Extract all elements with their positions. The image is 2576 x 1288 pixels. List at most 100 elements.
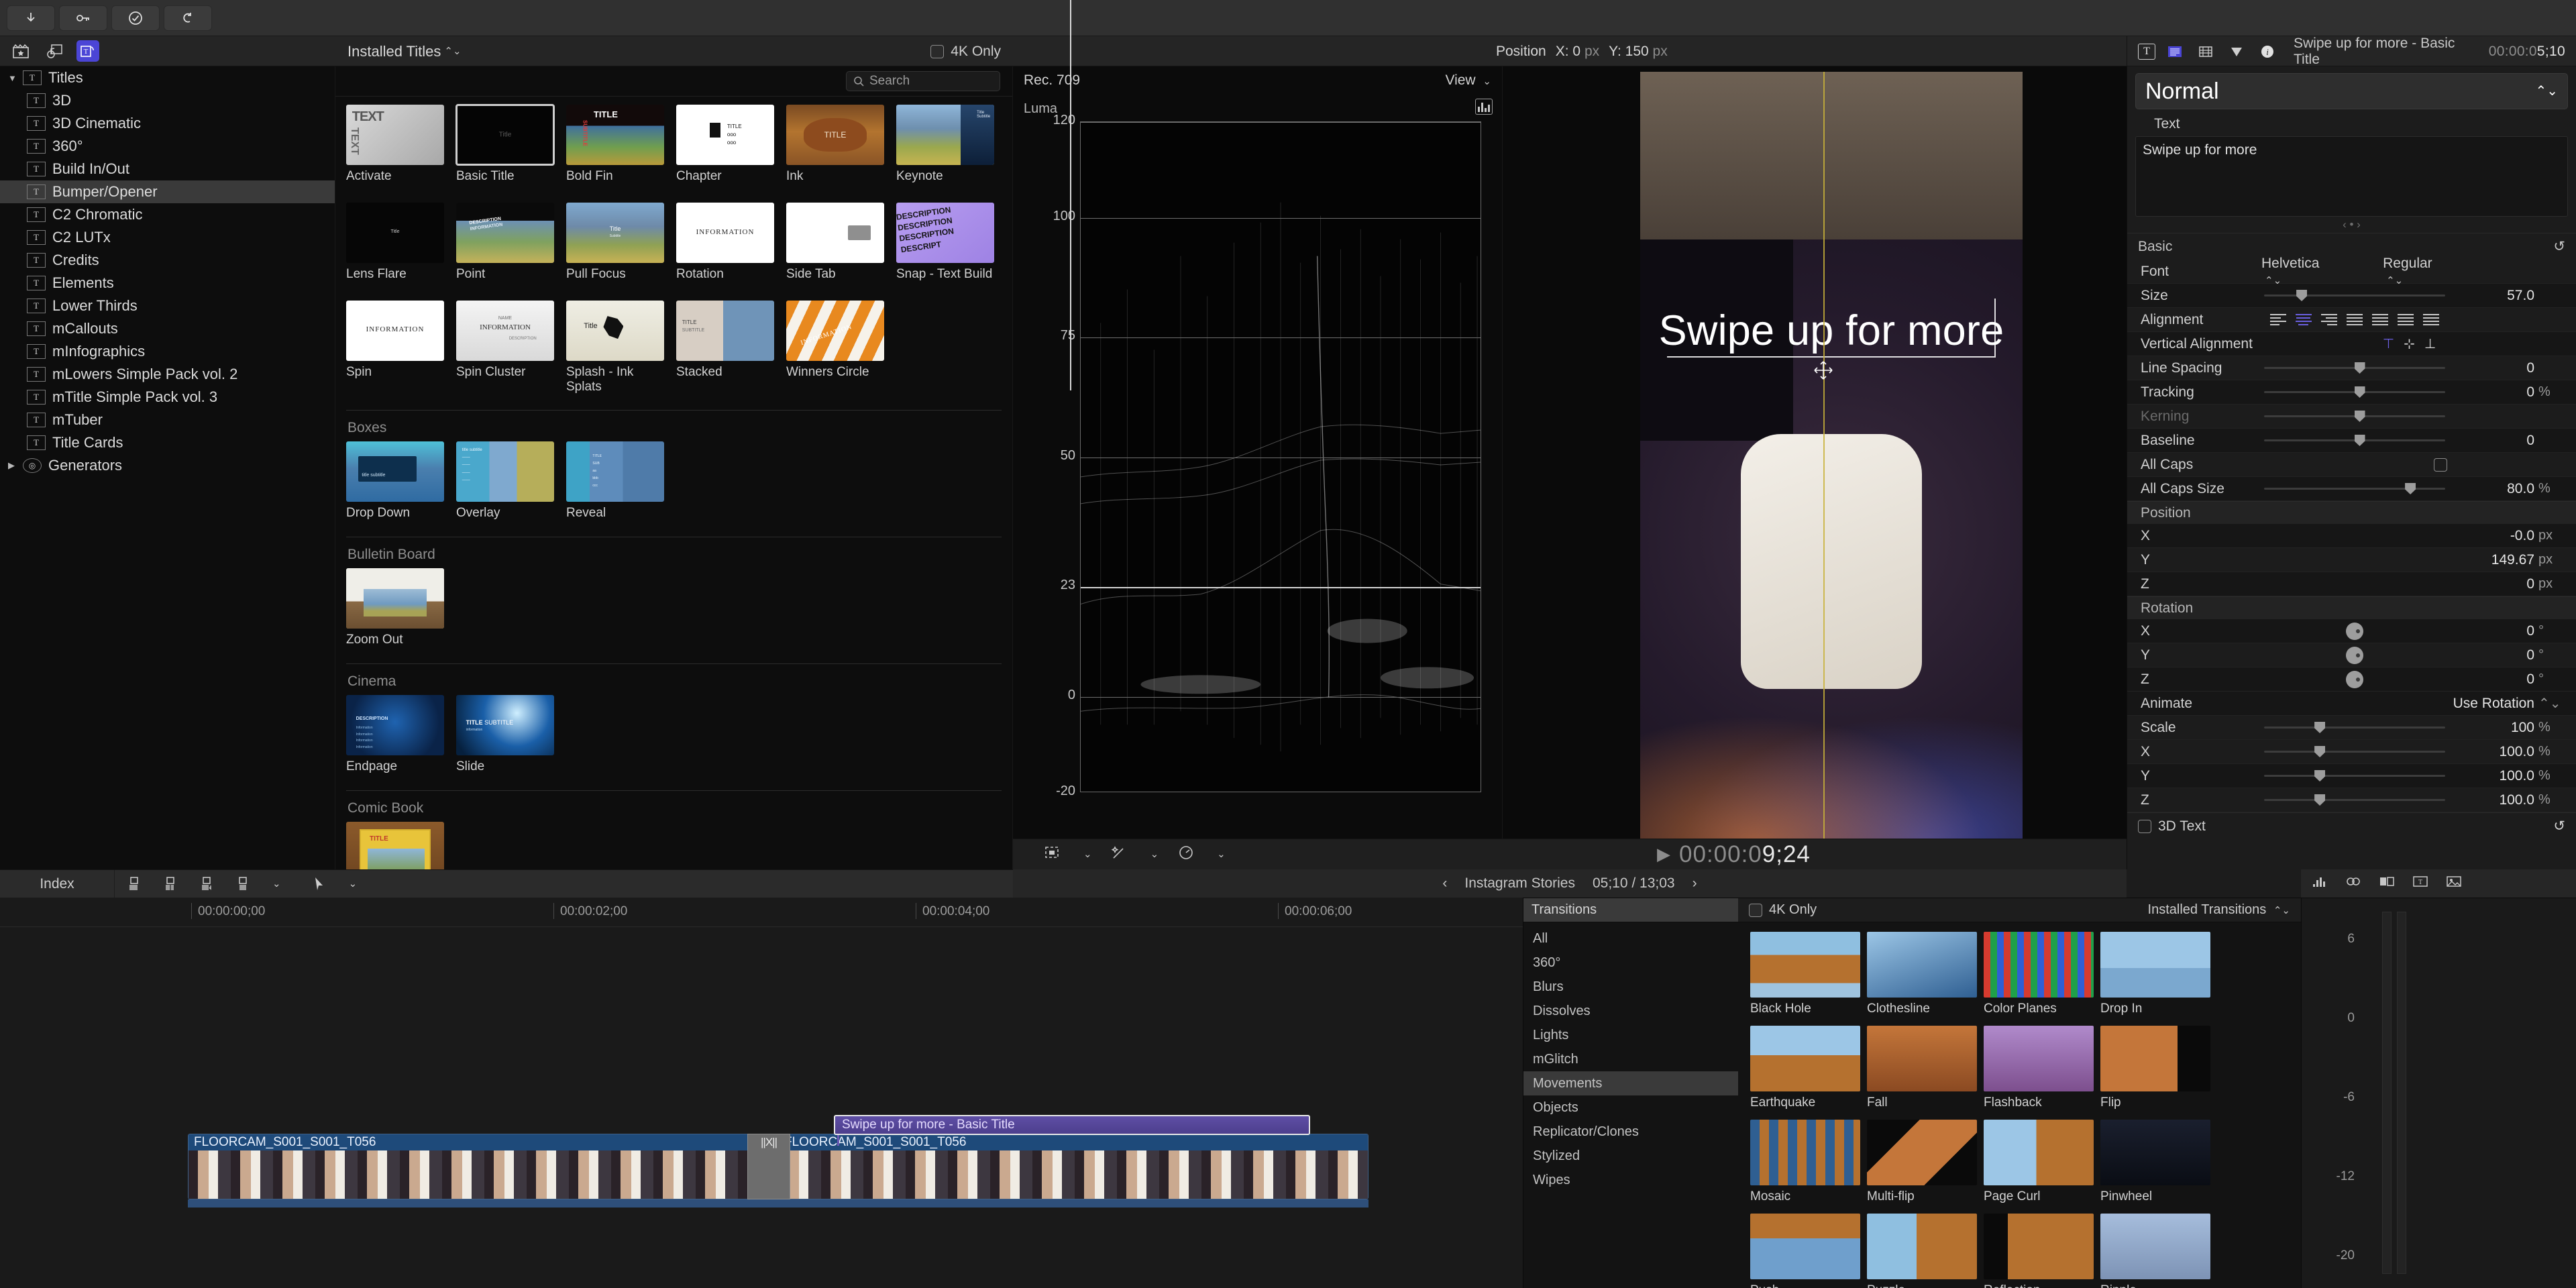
rotation-row-z[interactable]: Z 0 ° bbox=[2127, 667, 2576, 692]
append-icon[interactable] bbox=[124, 875, 144, 894]
align-option-2[interactable] bbox=[2320, 313, 2337, 326]
align-option-0[interactable] bbox=[2269, 313, 2286, 326]
transition-item[interactable]: Mosaic bbox=[1750, 1120, 1860, 1204]
viewer-video-frame[interactable]: Swipe up for more bbox=[1640, 72, 2023, 842]
browser-item[interactable]: TITLESlide bbox=[346, 821, 444, 871]
three-d-text-row[interactable]: 3D Text ↺ bbox=[2127, 812, 2576, 839]
transition-thumbnail[interactable] bbox=[1750, 1026, 1860, 1091]
transition-category-stylized[interactable]: Stylized bbox=[1523, 1144, 1738, 1168]
timeline-panel[interactable]: 00:00:00;00 00:00:02;00 00:00:04;00 00:00:0… bbox=[0, 898, 2438, 1288]
browser-item-thumbnail[interactable]: title subtitle bbox=[346, 441, 444, 502]
sidebar-item-mlowers-simple-pack-vol-2[interactable]: TmLowers Simple Pack vol. 2 bbox=[0, 363, 335, 386]
browser-item-thumbnail[interactable]: TITLE SUBTITLE information bbox=[456, 695, 554, 756]
inspector-row-value[interactable]: 57.0 bbox=[2447, 288, 2534, 304]
browser-item[interactable]: Title Subtitle Pull Focus bbox=[566, 202, 664, 282]
rotation-dial[interactable] bbox=[2345, 670, 2363, 688]
scope-settings-icon[interactable] bbox=[1475, 99, 1493, 115]
all-caps-size-slider[interactable] bbox=[2263, 483, 2445, 494]
timeline-playhead[interactable] bbox=[1070, 0, 1071, 390]
sidebar-item-build-in-out[interactable]: T Build In/Out bbox=[0, 158, 335, 180]
reset-three-d-icon[interactable]: ↺ bbox=[2553, 818, 2565, 835]
transition-thumbnail[interactable] bbox=[1867, 1214, 1977, 1279]
transition-item[interactable]: Flashback bbox=[1984, 1026, 2094, 1110]
chevron-down-icon[interactable]: ⌄ bbox=[1083, 849, 1092, 859]
font-family-popup[interactable]: Helvetica ⌃⌄ bbox=[2261, 256, 2333, 288]
inspector-row-value[interactable]: 0 bbox=[2447, 433, 2534, 449]
sidebar-item-title-cards[interactable]: T Title Cards bbox=[0, 431, 335, 454]
transitions-source-popup[interactable]: Installed Transitions ⌃⌄ bbox=[2148, 902, 2290, 918]
transition-category-movements[interactable]: Movements bbox=[1523, 1071, 1738, 1095]
sidebar-item-360[interactable]: T 360° bbox=[0, 135, 335, 158]
analyze-button[interactable] bbox=[111, 5, 160, 31]
transitions-four-k-only-checkbox[interactable]: 4K Only bbox=[1749, 902, 1817, 918]
sidebar-generators[interactable]: ▶ ◎ Generators bbox=[0, 454, 335, 477]
transition-thumbnail[interactable] bbox=[1984, 932, 2094, 998]
browser-item[interactable]: INFORMATION Spin bbox=[346, 300, 444, 394]
browser-item[interactable]: Title Basic Title bbox=[455, 104, 555, 184]
valign-top-icon[interactable]: ⊤ bbox=[2383, 335, 2394, 352]
chevron-down-icon[interactable]: ⌄ bbox=[349, 879, 358, 889]
transition-item[interactable]: Page Curl bbox=[1984, 1120, 2094, 1204]
kerning-slider[interactable] bbox=[2263, 411, 2445, 422]
browser-item[interactable]: Title Splash - Ink Splats bbox=[566, 300, 664, 394]
viewer-title-text[interactable]: Swipe up for more bbox=[1640, 307, 2023, 355]
browser-item[interactable]: title subtitle Drop Down bbox=[346, 441, 444, 521]
browser-item-thumbnail[interactable]: Title bbox=[566, 300, 664, 361]
rotation-row-y[interactable]: Y 0 ° bbox=[2127, 643, 2576, 667]
all-caps-checkbox[interactable] bbox=[2434, 458, 2447, 472]
disclosure-triangle-icon[interactable]: ▼ bbox=[8, 73, 23, 83]
browser-item-thumbnail[interactable]: DESCRIPTION Information Information Informa… bbox=[346, 695, 444, 756]
position-row-y[interactable]: Y 149.67 px bbox=[2127, 548, 2576, 572]
browser-item-thumbnail[interactable]: TITLE ooo ooo bbox=[676, 105, 774, 165]
timeline-ruler[interactable]: 00:00:00;00 00:00:02;00 00:00:04;00 00:00:0… bbox=[0, 898, 2438, 927]
scale-axis-value[interactable]: 100.0 bbox=[2447, 744, 2534, 760]
scale-axis-slider[interactable] bbox=[2263, 770, 2445, 782]
tracking-slider[interactable] bbox=[2263, 386, 2445, 398]
inspector-row-value[interactable]: 0 bbox=[2447, 384, 2534, 400]
browser-item-thumbnail[interactable]: title subtitle —— —— —— —— bbox=[456, 441, 554, 502]
four-k-only-checkbox[interactable]: 4K Only bbox=[930, 44, 1001, 60]
info-inspector-icon[interactable]: i bbox=[2256, 41, 2279, 62]
next-project-icon[interactable]: › bbox=[1693, 875, 1697, 892]
search-input[interactable]: Search bbox=[846, 71, 1000, 91]
scale-row-z[interactable]: Z 100.0% bbox=[2127, 788, 2576, 812]
inspector-row-kerning[interactable]: Kerning bbox=[2127, 405, 2576, 429]
scale-axis-slider[interactable] bbox=[2263, 794, 2445, 806]
chevron-updown-icon[interactable]: ⌃⌄ bbox=[2534, 695, 2565, 712]
titles-generators-icon[interactable]: T bbox=[76, 40, 99, 62]
transition-category-objects[interactable]: Objects bbox=[1523, 1095, 1738, 1120]
inspector-row-vertical-alignment[interactable]: Vertical Alignment ⊤ ⊹ ⊥ bbox=[2127, 332, 2576, 356]
browser-item[interactable]: TITLE SUB aa bbb ccc Reveal bbox=[566, 441, 664, 521]
browser-item[interactable]: TITLE ooo ooo Chapter bbox=[676, 105, 774, 184]
overwrite-icon[interactable] bbox=[197, 875, 217, 894]
sidebar-item-c2-chromatic[interactable]: T C2 Chromatic bbox=[0, 203, 335, 226]
text-pager[interactable]: ‹ • › bbox=[2127, 217, 2576, 233]
align-option-4[interactable] bbox=[2371, 313, 2388, 326]
browser-item-thumbnail[interactable]: TEXT TEXT bbox=[346, 105, 444, 165]
viewer-timecode[interactable]: ▶ 00:00:09;24 bbox=[1657, 841, 1811, 868]
transition-category-lights[interactable]: Lights bbox=[1523, 1023, 1738, 1047]
browser-item-thumbnail[interactable]: INFORMATION bbox=[676, 202, 774, 263]
browser-item[interactable]: DESCRIPTION INFORMATION Point bbox=[456, 202, 554, 282]
transition-item[interactable]: Earthquake bbox=[1750, 1026, 1860, 1110]
line-spacing-slider[interactable] bbox=[2263, 362, 2445, 374]
video-inspector-icon[interactable] bbox=[2194, 41, 2217, 62]
import-media-button[interactable] bbox=[7, 5, 55, 31]
sidebar-root-titles[interactable]: ▼ T Titles bbox=[0, 66, 335, 89]
transition-item[interactable]: Ripple bbox=[2100, 1214, 2210, 1288]
rotation-value[interactable]: 0 bbox=[2447, 623, 2534, 639]
transition-thumbnail[interactable] bbox=[1984, 1026, 2094, 1091]
blend-mode-popup[interactable]: Normal ⌃⌄ bbox=[2135, 73, 2568, 109]
sidebar-item-3d-cinematic[interactable]: T 3D Cinematic bbox=[0, 112, 335, 135]
transition-thumbnail[interactable] bbox=[1867, 1026, 1977, 1091]
browser-item[interactable]: INFORMATION Rotation bbox=[676, 202, 774, 282]
inspector-row-tracking[interactable]: Tracking 0% bbox=[2127, 380, 2576, 405]
browser-item-thumbnail[interactable]: Title Subtitle bbox=[896, 105, 994, 165]
browser-item[interactable]: DESCRIPTION Information Information Informa… bbox=[346, 695, 444, 774]
reset-basic-icon[interactable]: ↺ bbox=[2553, 238, 2565, 255]
inspector-row-all-caps-size[interactable]: All Caps Size 80.0% bbox=[2127, 477, 2576, 501]
timeline-clip-1[interactable]: FLOORCAM_S001_S001_T056 bbox=[188, 1134, 765, 1199]
transitions-category-list[interactable]: All 360° Blurs Dissolves Lights mGlitch Moveme… bbox=[1523, 922, 1738, 1288]
sidebar-item-bumper-opener[interactable]: T Bumper/Opener bbox=[0, 180, 335, 203]
transitions-grid[interactable]: Black Hole Clothesline Color Planes Drop In… bbox=[1738, 922, 2301, 1288]
